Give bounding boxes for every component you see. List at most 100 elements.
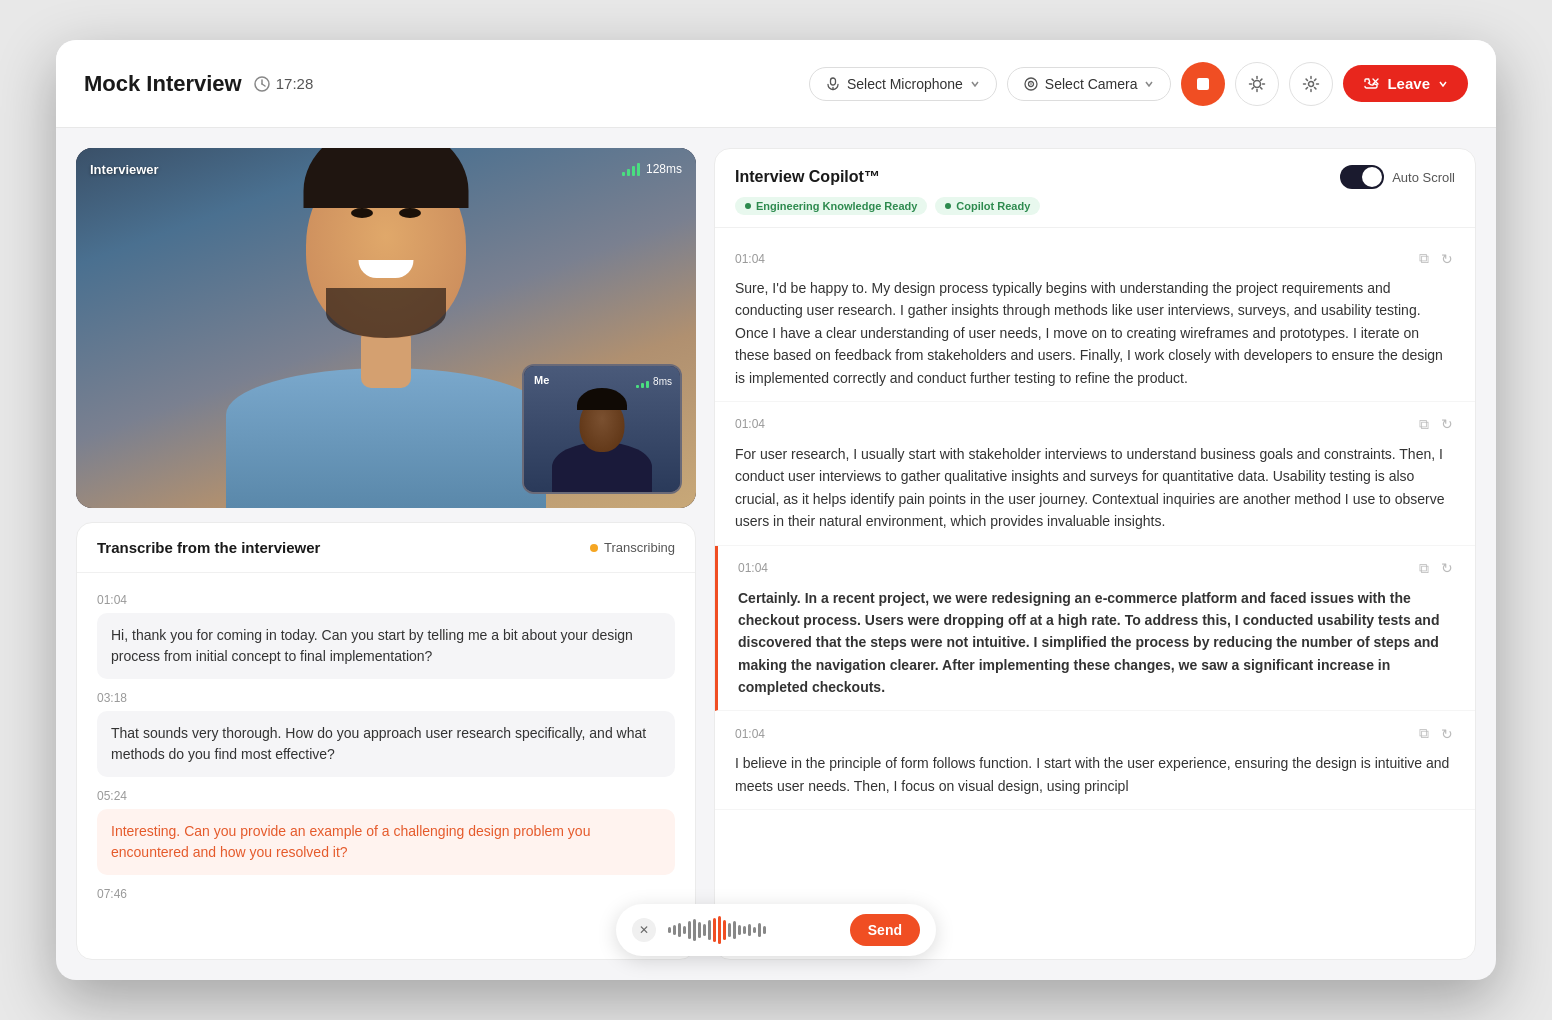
copy-button-1[interactable]: ⧉	[1417, 248, 1431, 269]
main-content: Interviewer 128ms	[56, 128, 1496, 980]
transcribing-dot	[590, 544, 598, 552]
signal-bar-4	[637, 163, 640, 176]
settings-button[interactable]	[1289, 62, 1333, 106]
copilot-actions-3: ⧉ ↻	[1417, 558, 1455, 579]
transcribing-badge: Transcribing	[590, 540, 675, 555]
svg-line-2	[262, 84, 265, 86]
clock-icon	[254, 76, 270, 92]
me-signal-badge: 8ms	[636, 374, 672, 388]
me-signal-bars	[636, 374, 649, 388]
tag-dot-2	[945, 203, 951, 209]
toggle-knob	[1362, 167, 1382, 187]
svg-point-18	[1309, 81, 1314, 86]
microphone-icon	[826, 77, 840, 91]
refresh-button-3[interactable]: ↻	[1439, 558, 1455, 579]
copy-button-3[interactable]: ⧉	[1417, 558, 1431, 579]
microphone-label: Select Microphone	[847, 76, 963, 92]
voice-close-button[interactable]: ✕	[632, 918, 656, 942]
wave-2	[673, 925, 676, 935]
svg-point-7	[1030, 83, 1032, 85]
msg-bubble-2: That sounds very thorough. How do you ap…	[97, 711, 675, 777]
app-window: Mock Interview 17:28 Select Microphone	[56, 40, 1496, 980]
header-left: Mock Interview 17:28	[84, 71, 313, 97]
transcription-title: Transcribe from the interviewer	[97, 539, 320, 556]
msg-bubble-3: Interesting. Can you provide an example …	[97, 809, 675, 875]
select-camera-button[interactable]: Select Camera	[1007, 67, 1172, 101]
header: Mock Interview 17:28 Select Microphone	[56, 40, 1496, 128]
signal-bar-3	[632, 166, 635, 176]
wave-10	[713, 918, 716, 942]
copilot-msg-header-1: 01:04 ⧉ ↻	[735, 248, 1455, 269]
refresh-button-1[interactable]: ↻	[1439, 248, 1455, 269]
page-title: Mock Interview	[84, 71, 242, 97]
pip-video: Me 8ms	[522, 364, 682, 494]
leave-button[interactable]: Leave	[1343, 65, 1468, 102]
wave-6	[693, 919, 696, 941]
copilot-messages[interactable]: 01:04 ⧉ ↻ Sure, I'd be happy to. My desi…	[715, 228, 1475, 959]
me-label: Me	[534, 374, 549, 386]
copilot-tags: Engineering Knowledge Ready Copilot Read…	[735, 197, 1455, 215]
svg-line-16	[1261, 79, 1262, 80]
msg-timestamp-4: 07:46	[97, 887, 675, 901]
transcription-header: Transcribe from the interviewer Transcri…	[77, 523, 695, 573]
pip-bar-2	[641, 383, 644, 388]
copilot-panel: Interview Copilot™ Auto Scroll Engineeri…	[714, 148, 1476, 960]
auto-scroll-toggle[interactable]	[1340, 165, 1384, 189]
camera-label: Select Camera	[1045, 76, 1138, 92]
wave-9	[708, 920, 711, 940]
auto-scroll-label: Auto Scroll	[1392, 170, 1455, 185]
copilot-msg-header-2: 01:04 ⧉ ↻	[735, 414, 1455, 435]
copilot-msg-text-1: Sure, I'd be happy to. My design process…	[735, 277, 1455, 389]
wave-7	[698, 922, 701, 938]
wave-15	[738, 925, 741, 935]
svg-rect-3	[830, 78, 835, 85]
brightness-button[interactable]	[1235, 62, 1279, 106]
signal-bar-1	[622, 172, 625, 176]
transcription-messages[interactable]: 01:04 Hi, thank you for coming in today.…	[77, 573, 695, 959]
copilot-title: Interview Copilot™	[735, 168, 880, 186]
copilot-timestamp-2: 01:04	[735, 417, 765, 431]
copy-button-2[interactable]: ⧉	[1417, 414, 1431, 435]
copy-button-4[interactable]: ⧉	[1417, 723, 1431, 744]
copilot-msg-1: 01:04 ⧉ ↻ Sure, I'd be happy to. My desi…	[715, 236, 1475, 402]
tag-engineering: Engineering Knowledge Ready	[735, 197, 927, 215]
pip-bar-1	[636, 385, 639, 388]
wave-16	[743, 926, 746, 934]
copilot-msg-header-4: 01:04 ⧉ ↻	[735, 723, 1455, 744]
tag-engineering-label: Engineering Knowledge Ready	[756, 200, 917, 212]
copilot-msg-3: 01:04 ⧉ ↻ Certainly. In a recent project…	[715, 546, 1475, 712]
copilot-header: Interview Copilot™ Auto Scroll Engineeri…	[715, 149, 1475, 228]
video-container: Interviewer 128ms	[76, 148, 696, 508]
tag-copilot-label: Copilot Ready	[956, 200, 1030, 212]
interviewer-latency: 128ms	[646, 162, 682, 176]
svg-line-17	[1253, 87, 1254, 88]
left-panel: Interviewer 128ms	[76, 148, 696, 960]
tag-copilot: Copilot Ready	[935, 197, 1040, 215]
wave-19	[758, 923, 761, 937]
refresh-button-2[interactable]: ↻	[1439, 414, 1455, 435]
wave-13	[728, 923, 731, 937]
wave-4	[683, 926, 686, 934]
chevron-down-leave-icon	[1438, 79, 1448, 89]
wave-20	[763, 926, 766, 934]
wave-14	[733, 921, 736, 939]
voice-input-bar: ✕	[616, 904, 936, 956]
send-button[interactable]: Send	[850, 914, 920, 946]
chevron-down-icon-2	[1144, 79, 1154, 89]
wave-3	[678, 923, 681, 937]
select-microphone-button[interactable]: Select Microphone	[809, 67, 997, 101]
wave-11	[718, 916, 721, 944]
msg-bubble-1: Hi, thank you for coming in today. Can y…	[97, 613, 675, 679]
record-button[interactable]	[1181, 62, 1225, 106]
copilot-msg-2: 01:04 ⧉ ↻ For user research, I usually s…	[715, 402, 1475, 546]
svg-line-15	[1261, 87, 1262, 88]
signal-bars	[622, 162, 640, 176]
refresh-button-4[interactable]: ↻	[1439, 723, 1455, 744]
interviewer-label: Interviewer	[90, 162, 159, 177]
copilot-title-row: Interview Copilot™ Auto Scroll	[735, 165, 1455, 189]
copilot-timestamp-3: 01:04	[738, 561, 768, 575]
interviewer-signal-badge: 128ms	[622, 162, 682, 176]
svg-point-9	[1254, 80, 1261, 87]
copilot-actions-2: ⧉ ↻	[1417, 414, 1455, 435]
msg-timestamp-2: 03:18	[97, 691, 675, 705]
